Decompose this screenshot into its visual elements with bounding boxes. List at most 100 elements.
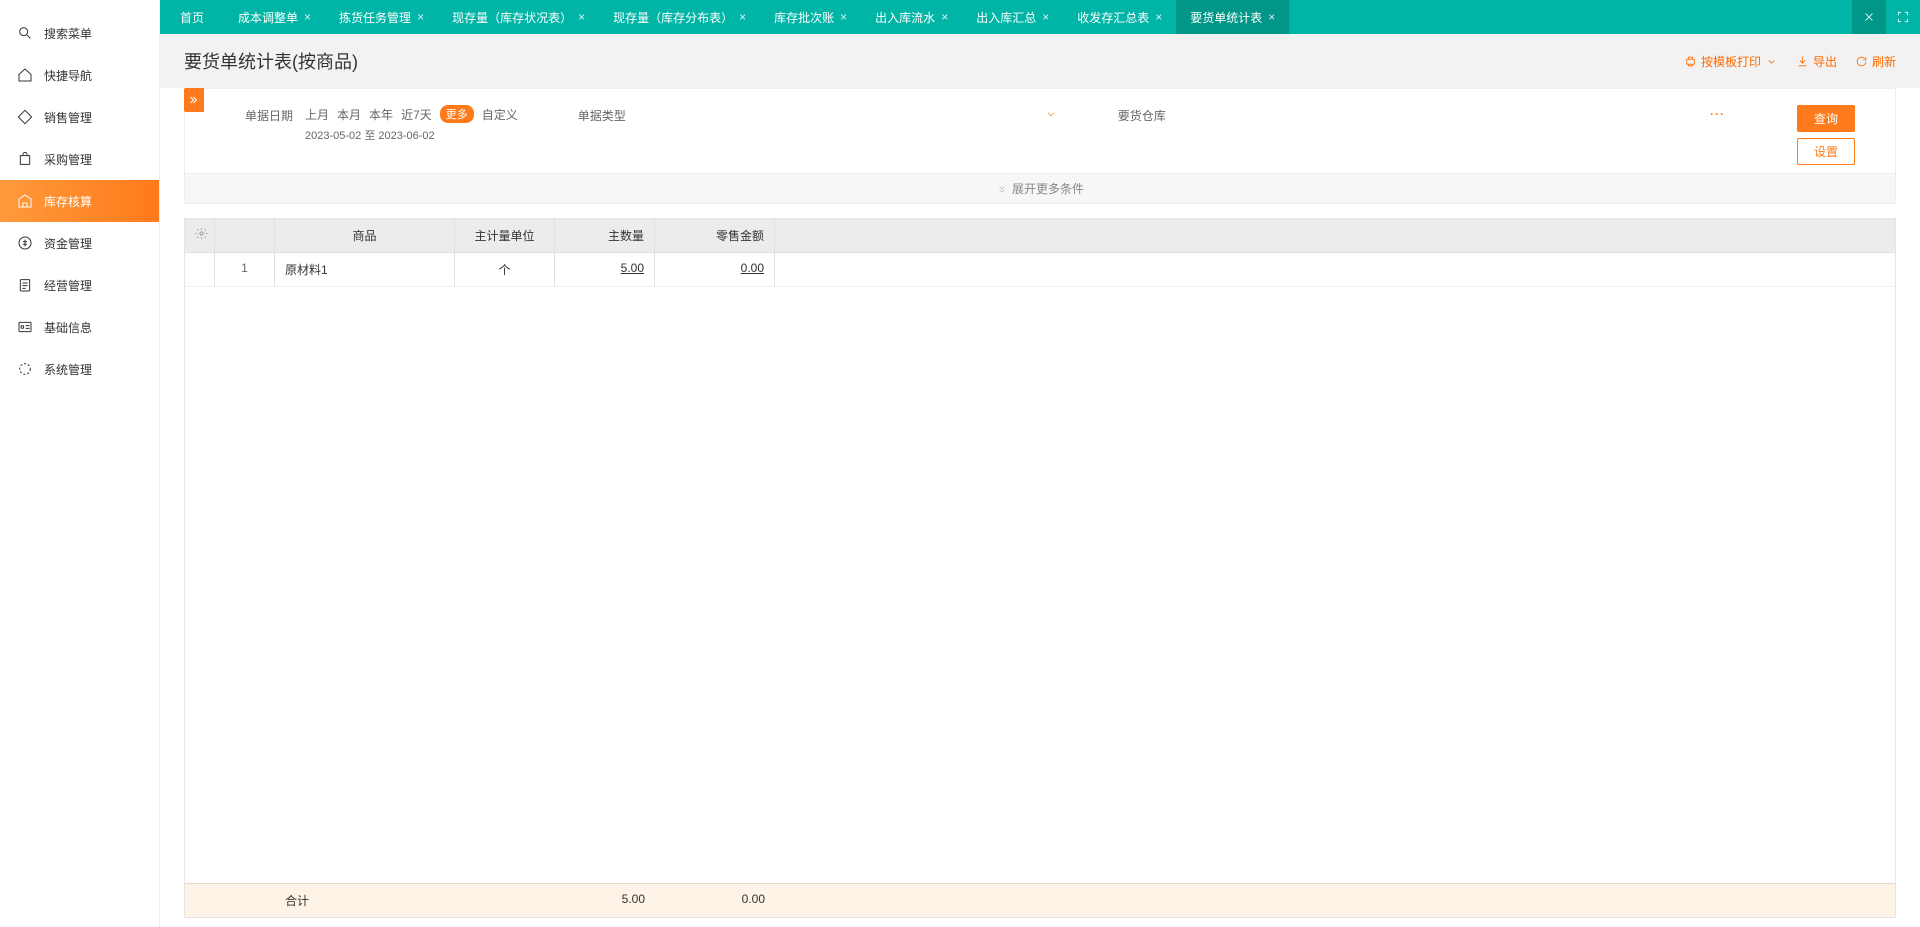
tab-inout-flow[interactable]: 出入库流水 × bbox=[861, 0, 962, 34]
filter-label: 单据类型 bbox=[578, 105, 626, 124]
sidebar-item-label: 销售管理 bbox=[44, 109, 92, 126]
double-chevron-down-icon bbox=[996, 183, 1008, 195]
tab-inout-sum[interactable]: 出入库汇总 × bbox=[962, 0, 1063, 34]
close-icon[interactable]: × bbox=[1268, 10, 1275, 24]
tab-label: 收发存汇总表 bbox=[1077, 9, 1149, 26]
tab-demand-stat[interactable]: 要货单统计表 × bbox=[1176, 0, 1289, 34]
tab-label: 现存量（库存状况表） bbox=[452, 9, 572, 26]
tab-label: 成本调整单 bbox=[238, 9, 298, 26]
filter-panel: 单据日期 上月 本月 本年 近7天 更多 自定义 2023-05-02 至 20… bbox=[184, 88, 1896, 204]
th-qty[interactable]: 主数量 bbox=[555, 219, 655, 252]
sidebar-item-business[interactable]: 经营管理 bbox=[0, 264, 159, 306]
tab-rsd-sum[interactable]: 收发存汇总表 × bbox=[1063, 0, 1176, 34]
sidebar-item-label: 资金管理 bbox=[44, 235, 92, 252]
th-product[interactable]: 商品 bbox=[275, 219, 455, 252]
sidebar-item-purchase[interactable]: 采购管理 bbox=[0, 138, 159, 180]
cell-unit: 个 bbox=[455, 253, 555, 286]
cell-amount[interactable]: 0.00 bbox=[655, 253, 775, 286]
tag-icon bbox=[16, 108, 34, 126]
sidebar-item-funds[interactable]: 资金管理 bbox=[0, 222, 159, 264]
search-icon bbox=[16, 24, 34, 42]
close-icon[interactable]: × bbox=[417, 10, 424, 24]
close-icon[interactable]: × bbox=[1042, 10, 1049, 24]
page-header: 要货单统计表(按商品) 按模板打印 导出 刷新 bbox=[160, 34, 1920, 88]
filter-date: 单据日期 上月 本月 本年 近7天 更多 自定义 2023-05-02 至 20… bbox=[245, 105, 518, 143]
filter-label: 要货仓库 bbox=[1118, 105, 1166, 124]
sidebar-item-inventory[interactable]: 库存核算 bbox=[0, 180, 159, 222]
card-icon bbox=[16, 318, 34, 336]
sidebar-item-label: 系统管理 bbox=[44, 361, 92, 378]
date-range: 2023-05-02 至 2023-06-02 bbox=[305, 127, 518, 143]
filter-warehouse: 要货仓库 ··· bbox=[1118, 105, 1737, 124]
table-settings-icon[interactable] bbox=[195, 229, 208, 243]
collapse-filter-button[interactable] bbox=[184, 88, 204, 112]
sidebar: 搜索菜单 快捷导航 销售管理 采购管理 库存核算 资金管理 经营管理 基础信息 bbox=[0, 0, 160, 927]
chevron-down-icon bbox=[1765, 55, 1778, 68]
tab-label: 首页 bbox=[180, 9, 204, 26]
tab-label: 库存批次账 bbox=[774, 9, 834, 26]
footer-amount: 0.00 bbox=[655, 884, 775, 917]
close-icon[interactable]: × bbox=[739, 10, 746, 24]
type-select[interactable] bbox=[638, 105, 1058, 124]
tab-home[interactable]: 首页 bbox=[160, 0, 224, 34]
sidebar-item-basic[interactable]: 基础信息 bbox=[0, 306, 159, 348]
tab-label: 现存量（库存分布表） bbox=[613, 9, 733, 26]
tab-batch[interactable]: 库存批次账 × bbox=[760, 0, 861, 34]
date-opt-7days[interactable]: 近7天 bbox=[401, 106, 432, 123]
more-filters-button[interactable]: ··· bbox=[1710, 105, 1725, 121]
query-button[interactable]: 查询 bbox=[1797, 105, 1855, 132]
tab-close-button[interactable] bbox=[1852, 0, 1886, 34]
settings-button[interactable]: 设置 bbox=[1797, 138, 1855, 165]
table-row: 1 原材料1 个 5.00 0.00 bbox=[185, 253, 1895, 287]
date-more-badge[interactable]: 更多 bbox=[440, 105, 474, 123]
sidebar-item-label: 经营管理 bbox=[44, 277, 92, 294]
th-unit[interactable]: 主计量单位 bbox=[455, 219, 555, 252]
home-icon bbox=[16, 66, 34, 84]
table-header: 商品 主计量单位 主数量 零售金额 bbox=[185, 219, 1895, 253]
sidebar-item-label: 库存核算 bbox=[44, 193, 92, 210]
cell-qty[interactable]: 5.00 bbox=[555, 253, 655, 286]
sidebar-item-label: 快捷导航 bbox=[44, 67, 92, 84]
date-opt-thisyear[interactable]: 本年 bbox=[369, 106, 393, 123]
footer-label: 合计 bbox=[275, 884, 455, 917]
tab-label: 要货单统计表 bbox=[1190, 9, 1262, 26]
page-title: 要货单统计表(按商品) bbox=[184, 48, 358, 74]
date-opt-thismonth[interactable]: 本月 bbox=[337, 106, 361, 123]
warehouse-icon bbox=[16, 192, 34, 210]
sidebar-item-search[interactable]: 搜索菜单 bbox=[0, 12, 159, 54]
sidebar-item-label: 搜索菜单 bbox=[44, 25, 92, 42]
th-amount[interactable]: 零售金额 bbox=[655, 219, 775, 252]
fullscreen-button[interactable] bbox=[1886, 0, 1920, 34]
tabbar: 首页 成本调整单 × 拣货任务管理 × 现存量（库存状况表） × 现存量（库存分布表）… bbox=[160, 0, 1920, 34]
close-icon[interactable]: × bbox=[1155, 10, 1162, 24]
sidebar-item-sales[interactable]: 销售管理 bbox=[0, 96, 159, 138]
tab-pick-task[interactable]: 拣货任务管理 × bbox=[325, 0, 438, 34]
close-icon[interactable]: × bbox=[941, 10, 948, 24]
filter-type: 单据类型 bbox=[578, 105, 1058, 124]
filter-label: 单据日期 bbox=[245, 105, 293, 124]
close-icon[interactable]: × bbox=[304, 10, 311, 24]
gear-dash-icon bbox=[16, 360, 34, 378]
tab-stock-dist[interactable]: 现存量（库存分布表） × bbox=[599, 0, 760, 34]
tab-label: 拣货任务管理 bbox=[339, 9, 411, 26]
date-opt-custom[interactable]: 自定义 bbox=[482, 106, 518, 123]
coin-icon bbox=[16, 234, 34, 252]
refresh-button[interactable]: 刷新 bbox=[1855, 53, 1896, 70]
warehouse-select[interactable] bbox=[1178, 105, 1558, 110]
close-icon[interactable]: × bbox=[840, 10, 847, 24]
sidebar-item-label: 基础信息 bbox=[44, 319, 92, 336]
export-button[interactable]: 导出 bbox=[1796, 53, 1837, 70]
table-footer: 合计 5.00 0.00 bbox=[185, 883, 1895, 917]
expand-filters-button[interactable]: 展开更多条件 bbox=[185, 173, 1895, 203]
sidebar-item-system[interactable]: 系统管理 bbox=[0, 348, 159, 390]
clipboard-icon bbox=[16, 276, 34, 294]
tab-cost-adjust[interactable]: 成本调整单 × bbox=[224, 0, 325, 34]
tab-stock-status[interactable]: 现存量（库存状况表） × bbox=[438, 0, 599, 34]
tab-label: 出入库流水 bbox=[875, 9, 935, 26]
close-icon[interactable]: × bbox=[578, 10, 585, 24]
sidebar-item-quicknav[interactable]: 快捷导航 bbox=[0, 54, 159, 96]
chevron-down-icon bbox=[1044, 107, 1058, 121]
print-button[interactable]: 按模板打印 bbox=[1684, 53, 1778, 70]
date-opt-lastmonth[interactable]: 上月 bbox=[305, 106, 329, 123]
tab-label: 出入库汇总 bbox=[976, 9, 1036, 26]
